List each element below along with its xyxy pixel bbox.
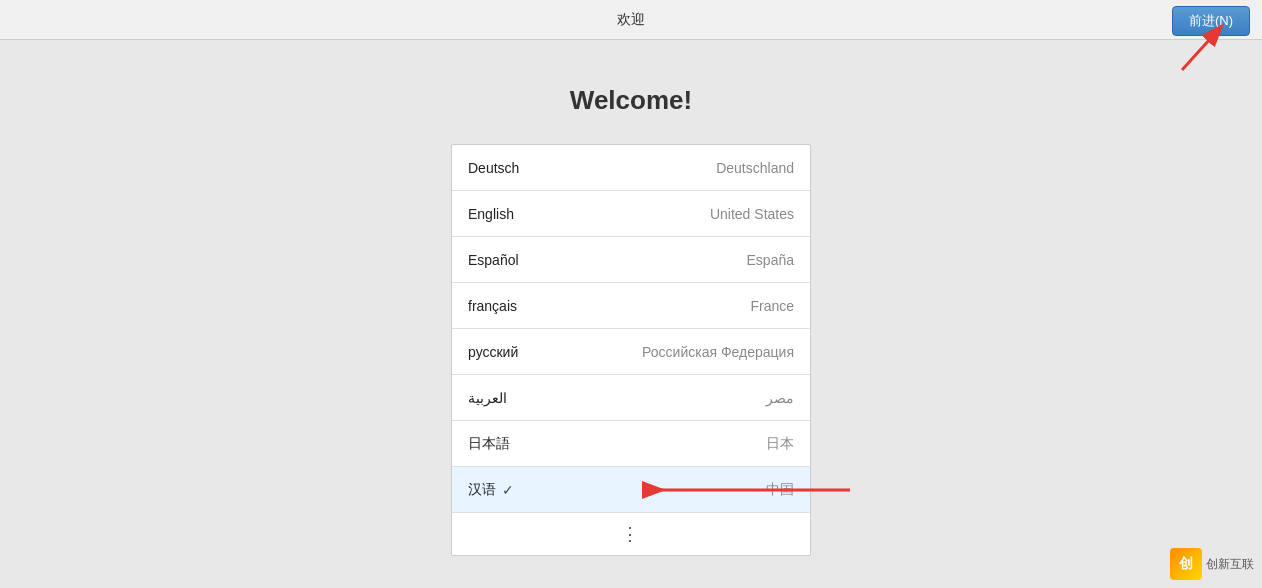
- language-row[interactable]: français France: [452, 283, 810, 329]
- language-row[interactable]: 汉语✓ 中国: [452, 467, 810, 513]
- language-region: Deutschland: [716, 160, 794, 176]
- language-name: 日本語: [468, 435, 510, 453]
- check-icon: ✓: [502, 482, 514, 498]
- watermark: 创 创新互联: [1170, 548, 1254, 580]
- language-region: Российская Федерация: [642, 344, 794, 360]
- language-region: España: [747, 252, 794, 268]
- welcome-title: Welcome!: [570, 85, 692, 116]
- language-name: العربية: [468, 390, 507, 406]
- language-region: 日本: [766, 435, 794, 453]
- language-region: United States: [710, 206, 794, 222]
- window-title: 欢迎: [617, 11, 645, 29]
- language-row[interactable]: العربية مصر: [452, 375, 810, 421]
- more-options-row[interactable]: ⋮: [452, 513, 810, 555]
- main-content: Welcome! Deutsch Deutschland English United…: [0, 40, 1262, 556]
- title-bar: 欢迎 前进(N): [0, 0, 1262, 40]
- language-name: Español: [468, 252, 519, 268]
- more-dots-icon: ⋮: [621, 523, 641, 545]
- language-name: English: [468, 206, 514, 222]
- language-list: Deutsch Deutschland English United States Es…: [451, 144, 811, 556]
- language-row[interactable]: 日本語 日本: [452, 421, 810, 467]
- language-name: 汉语✓: [468, 481, 514, 499]
- language-region: مصر: [766, 390, 794, 406]
- watermark-logo: 创: [1170, 548, 1202, 580]
- language-region: France: [750, 298, 794, 314]
- language-name: Deutsch: [468, 160, 519, 176]
- language-name: français: [468, 298, 517, 314]
- watermark-text: 创新互联: [1206, 556, 1254, 573]
- next-button[interactable]: 前进(N): [1172, 6, 1250, 36]
- language-row[interactable]: Deutsch Deutschland: [452, 145, 810, 191]
- language-region: 中国: [766, 481, 794, 499]
- language-row[interactable]: русский Российская Федерация: [452, 329, 810, 375]
- language-row[interactable]: Español España: [452, 237, 810, 283]
- language-name: русский: [468, 344, 518, 360]
- language-row[interactable]: English United States: [452, 191, 810, 237]
